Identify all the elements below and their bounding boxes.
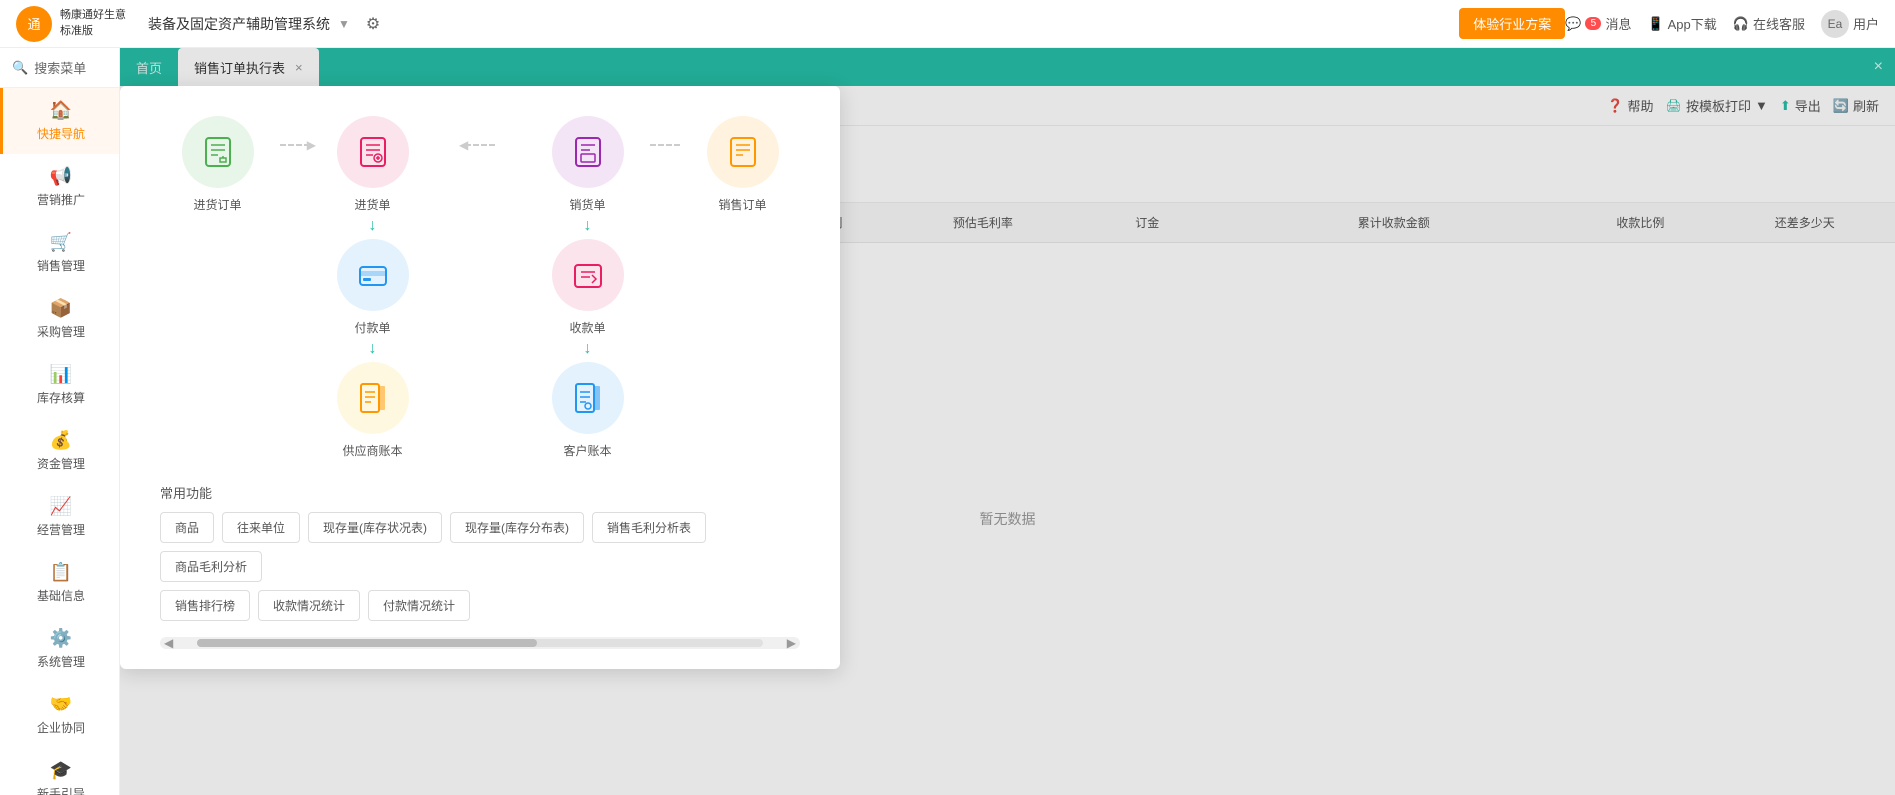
flow-diagram: 进货订单 ▶: [160, 116, 800, 459]
arrow-down-receipt: ↓: [530, 336, 645, 362]
message-badge: 5: [1585, 17, 1601, 30]
flow-node-payment[interactable]: 付款单: [315, 239, 430, 336]
system-title: 装备及固定资产辅助管理系统 ▼ ⚙: [148, 14, 1443, 34]
func-row-1: 商品 往来单位 现存量(库存状况表) 现存量(库存分布表) 销售毛利分析表 商品…: [160, 512, 800, 582]
flow-node-customer-ledger[interactable]: 客户账本: [530, 362, 645, 459]
scroll-left-arrow[interactable]: ◀: [160, 636, 177, 650]
func-row-2: 销售排行榜 收款情况统计 付款情况统计: [160, 590, 800, 621]
common-functions: 常用功能 商品 往来单位 现存量(库存状况表) 现存量(库存分布表) 销售毛利分…: [160, 483, 800, 621]
func-btn-stock-dist[interactable]: 现存量(库存分布表): [450, 512, 584, 543]
flow-node-sales-order[interactable]: 销售订单: [685, 116, 800, 213]
marketing-icon: 📢: [50, 166, 72, 187]
scroll-right-arrow[interactable]: ▶: [783, 636, 800, 650]
sidebar-item-finance[interactable]: 💰 资金管理: [0, 418, 119, 484]
flow-circle-sales-order: [707, 116, 779, 188]
operations-icon: 📈: [50, 496, 72, 517]
purchase-icon: 📦: [50, 298, 72, 319]
flow-circle-payment: [337, 239, 409, 311]
avatar: Ea: [1821, 10, 1849, 38]
scrollbar-track: [197, 639, 763, 647]
logo-area: 通 畅康通好生意 标准版: [16, 6, 136, 42]
flow-node-purchase-receipt[interactable]: 进货单: [315, 116, 430, 213]
sidebar-item-quick-nav[interactable]: 🏠 快捷导航: [0, 88, 119, 154]
func-btn-partner[interactable]: 往来单位: [222, 512, 300, 543]
sidebar-item-sales[interactable]: 🛒 销售管理: [0, 220, 119, 286]
message-button[interactable]: 💬 5 消息: [1565, 14, 1631, 33]
main-layout: 🔍 搜索菜单 🏠 快捷导航 📢 营销推广 🛒 销售管理 📦 采购管理 📊 库存核…: [0, 48, 1895, 795]
app-download-button[interactable]: 📱 App下载: [1647, 14, 1716, 33]
sys-icon: ⚙️: [50, 628, 72, 649]
top-bar: 通 畅康通好生意 标准版 装备及固定资产辅助管理系统 ▼ ⚙ 体验行业方案 💬 …: [0, 0, 1895, 48]
sidebar-item-purchase[interactable]: 📦 采购管理: [0, 286, 119, 352]
app-download-icon: 📱: [1647, 16, 1663, 32]
sidebar-item-newbie[interactable]: 🎓 新手引导: [0, 748, 119, 795]
flow-circle-purchase-receipt: [337, 116, 409, 188]
dropdown-arrow-icon[interactable]: ▼: [338, 17, 350, 31]
func-btn-product[interactable]: 商品: [160, 512, 214, 543]
arrow-purchase-to-receipt: ▶: [275, 116, 315, 146]
sidebar-item-inventory[interactable]: 📊 库存核算: [0, 352, 119, 418]
func-btn-receipt-stats[interactable]: 收款情况统计: [258, 590, 360, 621]
arrow-right-2: [645, 116, 685, 146]
logo-icon: 通: [16, 6, 52, 42]
func-btn-sales-rank[interactable]: 销售排行榜: [160, 590, 250, 621]
func-btn-sales-margin[interactable]: 销售毛利分析表: [592, 512, 706, 543]
flow-node-supplier-ledger[interactable]: 供应商账本: [315, 362, 430, 459]
common-title: 常用功能: [160, 483, 800, 502]
sidebar-item-operations[interactable]: 📈 经营管理: [0, 484, 119, 550]
flow-circle-supplier-ledger: [337, 362, 409, 434]
sales-icon: 🛒: [50, 232, 72, 253]
home-icon: 🏠: [50, 100, 72, 121]
func-btn-payment-stats[interactable]: 付款情况统计: [368, 590, 470, 621]
popup-scrollbar[interactable]: ◀ ▶: [160, 637, 800, 649]
flow-circle-receipt: [552, 239, 624, 311]
message-label: 消息: [1605, 14, 1631, 33]
search-icon: 🔍: [12, 60, 28, 76]
arrow-down-sales: ↓: [530, 213, 645, 239]
func-btn-product-margin[interactable]: 商品毛利分析: [160, 551, 262, 582]
search-menu-button[interactable]: 🔍 搜索菜单: [0, 48, 119, 88]
sidebar-item-base-info[interactable]: 📋 基础信息: [0, 550, 119, 616]
sidebar-item-enterprise[interactable]: 🤝 企业协同: [0, 682, 119, 748]
logo-text: 畅康通好生意 标准版: [60, 8, 126, 39]
newbie-icon: 🎓: [50, 760, 72, 781]
flow-circle-customer-ledger: [552, 362, 624, 434]
top-right-actions: 💬 5 消息 📱 App下载 🎧 在线客服 Ea 用户: [1565, 10, 1879, 38]
headset-icon: 🎧: [1733, 16, 1749, 32]
scrollbar-thumb: [197, 639, 536, 647]
finance-icon: 💰: [50, 430, 72, 451]
gear-icon[interactable]: ⚙: [366, 14, 380, 34]
try-industry-button[interactable]: 体验行业方案: [1459, 8, 1565, 39]
inventory-icon: 📊: [50, 364, 72, 385]
online-service-button[interactable]: 🎧 在线客服: [1733, 14, 1805, 33]
arrow-down-payment: ↓: [315, 336, 430, 362]
sidebar: 🔍 搜索菜单 🏠 快捷导航 📢 营销推广 🛒 销售管理 📦 采购管理 📊 库存核…: [0, 48, 120, 795]
flow-node-receipt[interactable]: 收款单: [530, 239, 645, 336]
enterprise-icon: 🤝: [50, 694, 72, 715]
user-avatar-button[interactable]: Ea 用户: [1821, 10, 1879, 38]
func-btn-stock-status[interactable]: 现存量(库存状况表): [308, 512, 442, 543]
popup-overlay: 进货订单 ▶: [120, 48, 1895, 795]
message-icon: 💬: [1565, 16, 1581, 32]
flow-circle-purchase-order: [182, 116, 254, 188]
sidebar-item-sys-mgmt[interactable]: ⚙️ 系统管理: [0, 616, 119, 682]
base-info-icon: 📋: [50, 562, 72, 583]
flow-node-sales-bill[interactable]: 销货单: [530, 116, 645, 213]
flow-circle-sales-bill: [552, 116, 624, 188]
flow-node-purchase-order[interactable]: 进货订单: [160, 116, 275, 213]
arrow-down-purchase: ↓: [315, 213, 430, 239]
svg-text:通: 通: [27, 17, 40, 32]
quick-nav-popup: 进货订单 ▶: [120, 86, 840, 669]
arrow-sales-order-to-sales-bill: ◀: [430, 116, 530, 146]
sidebar-item-marketing[interactable]: 📢 营销推广: [0, 154, 119, 220]
system-name: 装备及固定资产辅助管理系统: [148, 14, 330, 34]
content-area: 首页 销售订单执行表 × × ❓ 帮助 🖨 按模板打印 ▼ ⬆ 导出: [120, 48, 1895, 795]
